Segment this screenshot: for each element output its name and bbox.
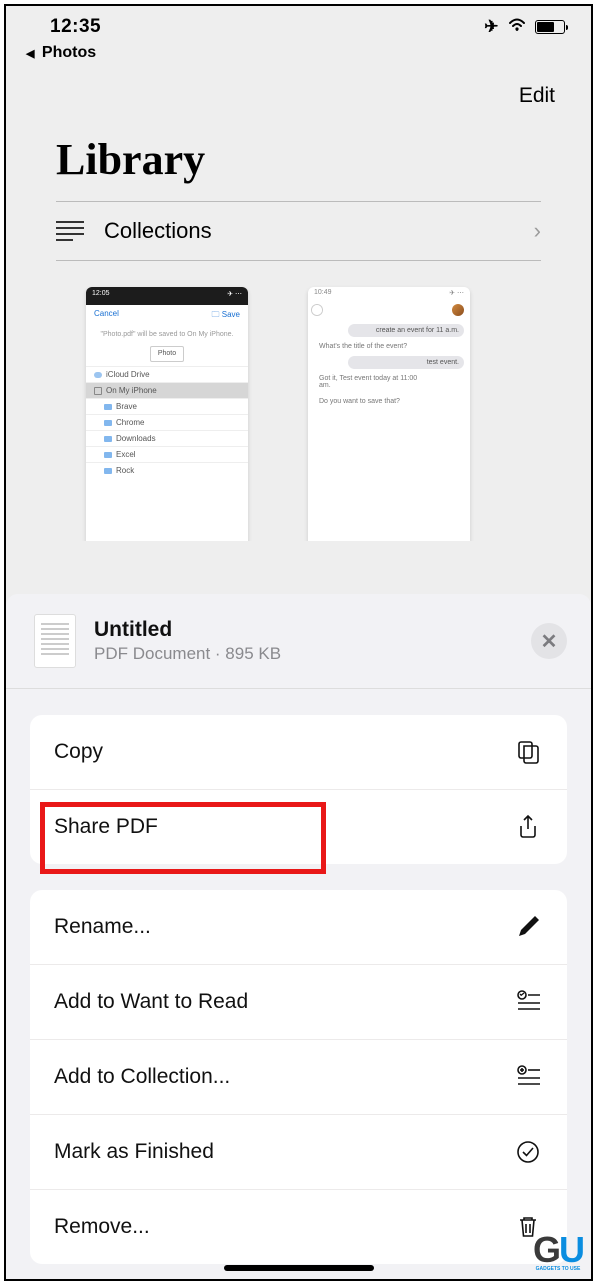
menu-label: Add to Collection...	[54, 1065, 230, 1089]
menu-label: Add to Want to Read	[54, 990, 248, 1014]
back-to-photos[interactable]: Photos	[6, 40, 591, 74]
library-thumbnails: 12:05✈ ⋯ Cancel🗀 Save "Photo.pdf" will b…	[6, 261, 591, 541]
page-title: Library	[6, 116, 591, 201]
menu-mark-finished[interactable]: Mark as Finished	[30, 1114, 567, 1189]
sheet-title: Untitled	[94, 618, 281, 642]
pencil-icon	[513, 912, 543, 942]
menu-label: Rename...	[54, 915, 151, 939]
status-time: 12:35	[50, 16, 101, 38]
edit-button[interactable]: Edit	[519, 84, 555, 107]
add-collection-icon	[513, 1062, 543, 1092]
menu-label: Share PDF	[54, 815, 158, 839]
action-sheet: Untitled PDF Document · 895 KB ✕ Copy Sh…	[6, 594, 591, 1279]
home-indicator[interactable]	[224, 1265, 374, 1271]
sheet-subtitle: PDF Document · 895 KB	[94, 644, 281, 664]
share-icon	[513, 812, 543, 842]
chevron-right-icon: ›	[534, 218, 541, 244]
collections-label: Collections	[104, 218, 212, 244]
menu-remove[interactable]: Remove...	[30, 1189, 567, 1264]
copy-icon	[513, 737, 543, 767]
battery-icon	[535, 20, 565, 34]
menu-copy[interactable]: Copy	[30, 715, 567, 789]
list-icon	[56, 221, 84, 241]
menu-rename[interactable]: Rename...	[30, 890, 567, 964]
pdf-document-icon	[34, 614, 76, 668]
library-item-1[interactable]: 12:05✈ ⋯ Cancel🗀 Save "Photo.pdf" will b…	[86, 287, 248, 541]
status-bar: 12:35 ✈	[6, 6, 591, 40]
menu-label: Remove...	[54, 1215, 150, 1239]
menu-add-collection[interactable]: Add to Collection...	[30, 1039, 567, 1114]
collections-row[interactable]: Collections ›	[56, 202, 541, 261]
checkmark-circle-icon	[513, 1137, 543, 1167]
menu-label: Mark as Finished	[54, 1140, 214, 1164]
menu-label: Copy	[54, 740, 103, 764]
airplane-mode-icon: ✈	[484, 17, 499, 37]
watermark-logo: GU GADGETS TO USE	[533, 1229, 583, 1271]
menu-share-pdf[interactable]: Share PDF	[30, 789, 567, 864]
menu-want-to-read[interactable]: Add to Want to Read	[30, 964, 567, 1039]
back-label: Photos	[42, 44, 96, 61]
wifi-icon	[507, 17, 527, 37]
want-to-read-icon	[513, 987, 543, 1017]
library-item-2[interactable]: 10:49✈ ⋯ create an event for 11 a.m. Wha…	[308, 287, 470, 541]
close-button[interactable]: ✕	[531, 623, 567, 659]
